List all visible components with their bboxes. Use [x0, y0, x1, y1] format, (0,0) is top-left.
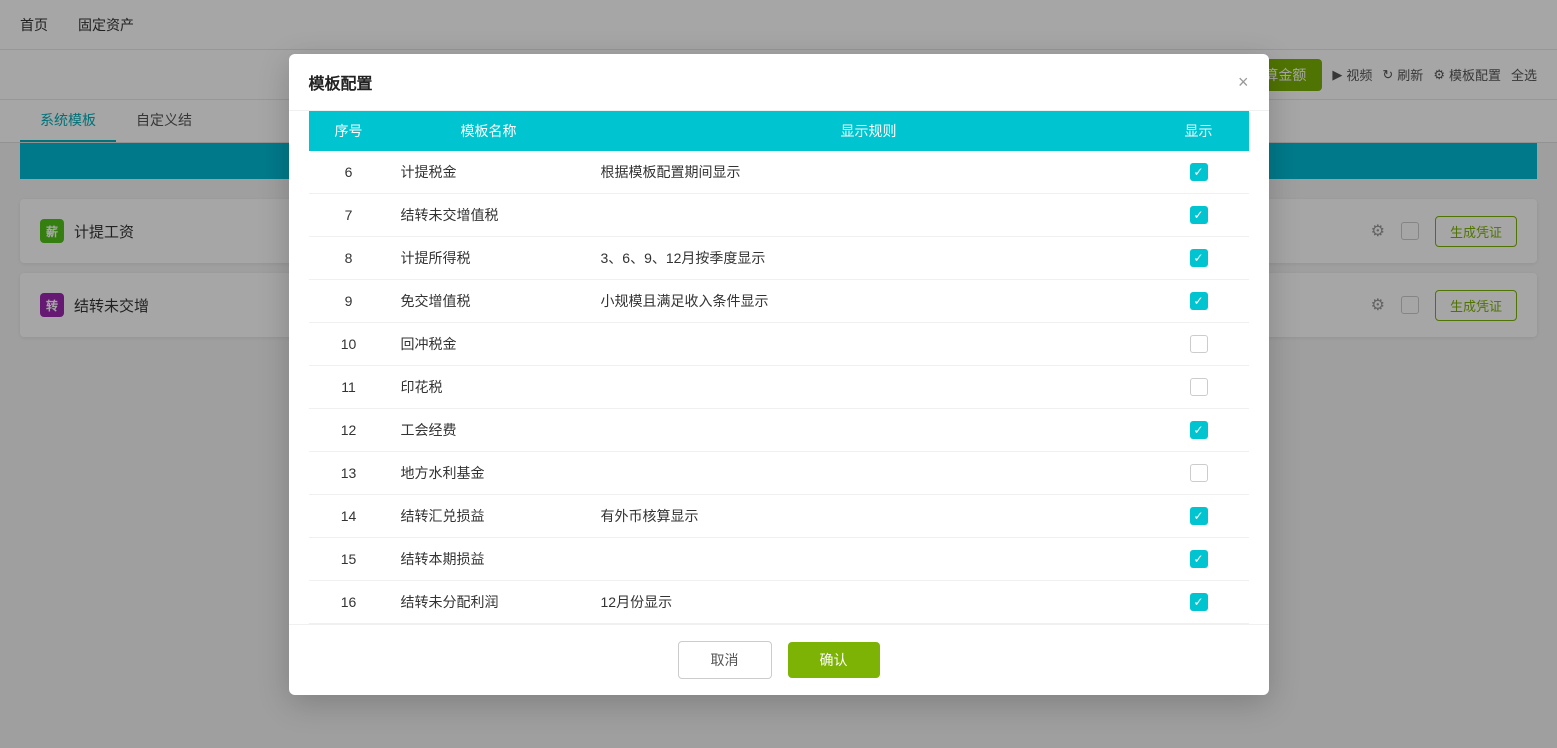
checkbox-unchecked[interactable] — [1190, 335, 1208, 353]
cell-id: 9 — [309, 279, 389, 322]
cell-name: 结转未交增值税 — [389, 193, 589, 236]
cell-rule — [589, 408, 1149, 451]
cell-rule: 根据模板配置期间显示 — [589, 151, 1149, 194]
cell-id: 10 — [309, 322, 389, 365]
col-header-rule: 显示规则 — [589, 111, 1149, 151]
checkbox-wrap: ✓ — [1161, 421, 1237, 439]
checkbox-checked[interactable]: ✓ — [1190, 249, 1208, 267]
table-header: 序号 模板名称 显示规则 显示 — [309, 111, 1249, 151]
checkbox-wrap: ✓ — [1161, 292, 1237, 310]
checkbox-checked[interactable]: ✓ — [1190, 421, 1208, 439]
cell-rule: 有外币核算显示 — [589, 494, 1149, 537]
table-row: 14结转汇兑损益有外币核算显示 ✓ — [309, 494, 1249, 537]
col-header-name: 模板名称 — [389, 111, 589, 151]
checkbox-checked[interactable]: ✓ — [1190, 550, 1208, 568]
cell-checkbox — [1149, 451, 1249, 494]
config-table: 序号 模板名称 显示规则 显示 6计提税金根据模板配置期间显示✓7结转未交增值税… — [309, 111, 1249, 624]
cell-rule — [589, 451, 1149, 494]
cell-id: 16 — [309, 580, 389, 623]
cell-checkbox: ✓ — [1149, 151, 1249, 194]
table-row: 6计提税金根据模板配置期间显示 ✓ — [309, 151, 1249, 194]
cell-name: 计提所得税 — [389, 236, 589, 279]
cell-checkbox — [1149, 322, 1249, 365]
cell-id: 8 — [309, 236, 389, 279]
modal-footer: 取消 确认 — [289, 624, 1269, 695]
table-row: 15结转本期损益 ✓ — [309, 537, 1249, 580]
table-row: 8计提所得税3、6、9、12月按季度显示 ✓ — [309, 236, 1249, 279]
checkbox-wrap: ✓ — [1161, 163, 1237, 181]
cell-id: 14 — [309, 494, 389, 537]
cell-rule: 小规模且满足收入条件显示 — [589, 279, 1149, 322]
cell-checkbox: ✓ — [1149, 494, 1249, 537]
table-body: 6计提税金根据模板配置期间显示✓7结转未交增值税✓8计提所得税3、6、9、12月… — [309, 151, 1249, 624]
checkbox-wrap — [1161, 378, 1237, 396]
table-scroll[interactable]: 序号 模板名称 显示规则 显示 6计提税金根据模板配置期间显示✓7结转未交增值税… — [309, 111, 1249, 624]
cell-rule: 12月份显示 — [589, 580, 1149, 623]
cell-name: 计提税金 — [389, 151, 589, 194]
cell-name: 印花税 — [389, 365, 589, 408]
checkbox-wrap: ✓ — [1161, 593, 1237, 611]
cell-id: 6 — [309, 151, 389, 194]
checkbox-checked[interactable]: ✓ — [1190, 292, 1208, 310]
cell-rule — [589, 193, 1149, 236]
cell-rule — [589, 322, 1149, 365]
cell-id: 12 — [309, 408, 389, 451]
col-header-id: 序号 — [309, 111, 389, 151]
cell-name: 免交增值税 — [389, 279, 589, 322]
checkbox-wrap: ✓ — [1161, 550, 1237, 568]
cell-id: 13 — [309, 451, 389, 494]
template-config-modal: 模板配置 × 序号 模板名称 显示规则 显示 6计提税金根据模板配置期间显 — [289, 54, 1269, 695]
cell-name: 结转未分配利润 — [389, 580, 589, 623]
checkbox-wrap — [1161, 335, 1237, 353]
checkbox-checked[interactable]: ✓ — [1190, 163, 1208, 181]
cell-checkbox: ✓ — [1149, 580, 1249, 623]
confirm-button[interactable]: 确认 — [788, 642, 880, 678]
cell-checkbox: ✓ — [1149, 193, 1249, 236]
checkbox-unchecked[interactable] — [1190, 464, 1208, 482]
cell-rule — [589, 365, 1149, 408]
table-row: 11印花税 — [309, 365, 1249, 408]
cell-name: 结转汇兑损益 — [389, 494, 589, 537]
table-row: 7结转未交增值税 ✓ — [309, 193, 1249, 236]
cell-id: 7 — [309, 193, 389, 236]
cell-rule — [589, 537, 1149, 580]
checkbox-wrap: ✓ — [1161, 249, 1237, 267]
table-row: 9免交增值税小规模且满足收入条件显示 ✓ — [309, 279, 1249, 322]
cell-name: 工会经费 — [389, 408, 589, 451]
table-row: 16结转未分配利润12月份显示 ✓ — [309, 580, 1249, 623]
checkbox-wrap: ✓ — [1161, 206, 1237, 224]
col-header-show: 显示 — [1149, 111, 1249, 151]
checkbox-unchecked[interactable] — [1190, 378, 1208, 396]
checkbox-wrap: ✓ — [1161, 507, 1237, 525]
modal-title: 模板配置 — [309, 70, 373, 94]
cell-checkbox — [1149, 365, 1249, 408]
cell-checkbox: ✓ — [1149, 236, 1249, 279]
checkbox-checked[interactable]: ✓ — [1190, 593, 1208, 611]
cell-checkbox: ✓ — [1149, 279, 1249, 322]
cell-name: 地方水利基金 — [389, 451, 589, 494]
cell-rule: 3、6、9、12月按季度显示 — [589, 236, 1149, 279]
modal-overlay: 模板配置 × 序号 模板名称 显示规则 显示 6计提税金根据模板配置期间显 — [0, 0, 1557, 748]
cell-id: 11 — [309, 365, 389, 408]
table-row: 10回冲税金 — [309, 322, 1249, 365]
checkbox-checked[interactable]: ✓ — [1190, 206, 1208, 224]
cancel-button[interactable]: 取消 — [678, 641, 772, 679]
modal-header: 模板配置 × — [289, 54, 1269, 111]
cell-name: 回冲税金 — [389, 322, 589, 365]
checkbox-checked[interactable]: ✓ — [1190, 507, 1208, 525]
cell-checkbox: ✓ — [1149, 408, 1249, 451]
table-row: 12工会经费 ✓ — [309, 408, 1249, 451]
checkbox-wrap — [1161, 464, 1237, 482]
modal-close-button[interactable]: × — [1238, 73, 1249, 91]
cell-name: 结转本期损益 — [389, 537, 589, 580]
cell-id: 15 — [309, 537, 389, 580]
modal-body: 序号 模板名称 显示规则 显示 6计提税金根据模板配置期间显示✓7结转未交增值税… — [289, 111, 1269, 624]
cell-checkbox: ✓ — [1149, 537, 1249, 580]
table-row: 13地方水利基金 — [309, 451, 1249, 494]
